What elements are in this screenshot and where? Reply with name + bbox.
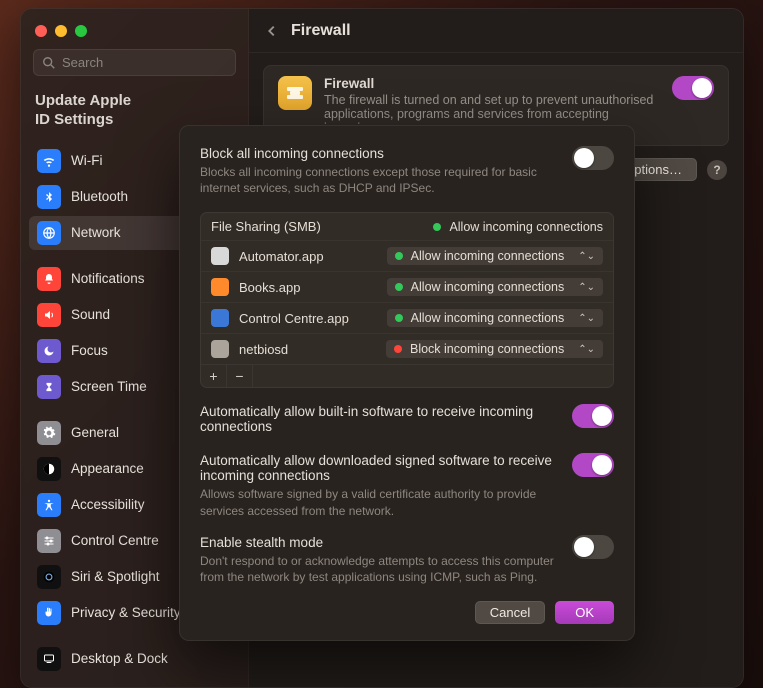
app-name-label: netbiosd [239,342,376,357]
app-list-header: File Sharing (SMB) Allow incoming connec… [201,213,613,240]
app-icon [211,309,229,327]
firewall-app-list: File Sharing (SMB) Allow incoming connec… [200,212,614,388]
app-header-name: File Sharing (SMB) [211,219,423,234]
add-app-button[interactable]: + [201,365,227,387]
stealth-desc: Don't respond to or acknowledge attempts… [200,553,558,585]
auto-builtin-title: Automatically allow built-in software to… [200,404,558,434]
status-led-icon [395,252,403,260]
app-status-label: Allow incoming connections [411,311,565,325]
chevron-updown-icon: ⌃⌄ [578,313,595,324]
chevron-updown-icon: ⌃⌄ [578,282,595,293]
status-led-icon [395,283,403,291]
chevron-updown-icon: ⌃⌄ [578,344,595,355]
app-status-label: Block incoming connections [410,342,564,356]
app-row[interactable]: netbiosd Block incoming connections ⌃⌄ [201,333,613,364]
app-name-label: Control Centre.app [239,311,377,326]
app-name-label: Automator.app [239,249,377,264]
cancel-button[interactable]: Cancel [475,601,545,624]
app-row[interactable]: Automator.app Allow incoming connections ⌃… [201,240,613,271]
app-list-footer: + − [201,364,613,387]
app-status-select[interactable]: Allow incoming connections ⌃⌄ [387,247,603,265]
app-status-select[interactable]: Allow incoming connections ⌃⌄ [387,278,603,296]
stealth-toggle[interactable] [572,535,614,559]
app-row[interactable]: Control Centre.app Allow incoming connect… [201,302,613,333]
status-led-icon [433,223,441,231]
app-header-status: Allow incoming connections [433,220,603,234]
chevron-updown-icon: ⌃⌄ [578,251,595,262]
block-all-title: Block all incoming connections [200,146,558,161]
remove-app-button[interactable]: − [227,365,253,387]
block-all-toggle[interactable] [572,146,614,170]
app-row[interactable]: Books.app Allow incoming connections ⌃⌄ [201,271,613,302]
app-status-select[interactable]: Block incoming connections ⌃⌄ [386,340,603,358]
status-led-icon [395,314,403,322]
ok-button[interactable]: OK [555,601,614,624]
auto-builtin-toggle[interactable] [572,404,614,428]
modal-backdrop: Block all incoming connections Blocks al… [21,9,743,687]
app-icon [211,278,229,296]
block-all-desc: Blocks all incoming connections except t… [200,164,558,196]
app-status-label: Allow incoming connections [411,280,565,294]
app-icon [211,340,229,358]
system-settings-window: Search Update Apple ID Settings Wi-FiBlu… [20,8,744,688]
app-icon [211,247,229,265]
auto-signed-desc: Allows software signed by a valid certif… [200,486,558,518]
firewall-options-modal: Block all incoming connections Blocks al… [179,125,635,641]
auto-signed-toggle[interactable] [572,453,614,477]
app-status-label: Allow incoming connections [411,249,565,263]
auto-signed-title: Automatically allow downloaded signed so… [200,453,558,483]
stealth-title: Enable stealth mode [200,535,558,550]
status-led-icon [394,345,402,353]
app-name-label: Books.app [239,280,377,295]
app-status-select[interactable]: Allow incoming connections ⌃⌄ [387,309,603,327]
